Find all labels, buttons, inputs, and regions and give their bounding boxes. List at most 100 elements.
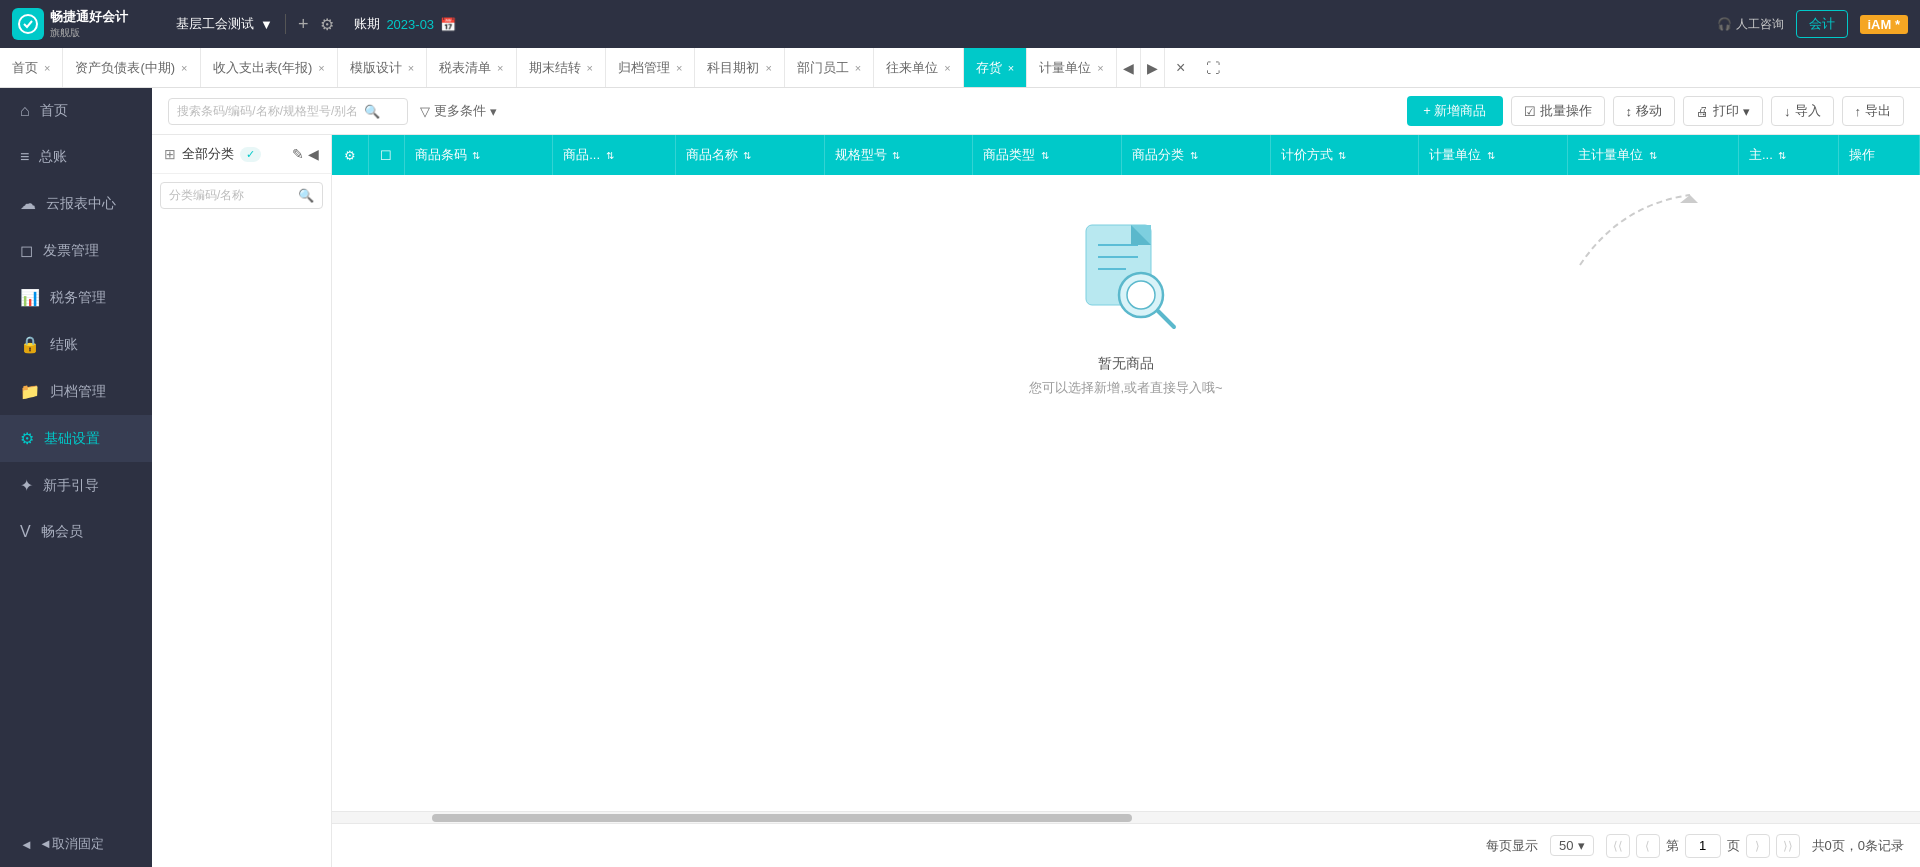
sidebar-home-label: 首页 (40, 102, 68, 120)
search-box-large[interactable]: 搜索条码/编码/名称/规格型号/别名 🔍 (168, 98, 408, 125)
tab-inventory-close[interactable]: × (1008, 62, 1014, 74)
sidebar-item-guide[interactable]: ✦ 新手引导 (0, 462, 152, 509)
import-icon: ↓ (1784, 104, 1791, 119)
tab-template[interactable]: 模版设计 × (338, 48, 427, 87)
tab-archive-label: 归档管理 (618, 59, 670, 77)
th-category[interactable]: 商品分类 ⇅ (1121, 135, 1270, 175)
th-name[interactable]: 商品名称 ⇅ (675, 135, 824, 175)
sidebar-item-ledger[interactable]: ≡ 总账 (0, 134, 152, 180)
tab-income-close[interactable]: × (318, 62, 324, 74)
th-code[interactable]: 商品... ⇅ (553, 135, 676, 175)
content-toolbar: 搜索条码/编码/名称/规格型号/别名 🔍 ▽ 更多条件 ▾ + 新增商品 ☑ 批… (152, 88, 1920, 135)
import-button[interactable]: ↓ 导入 (1771, 96, 1834, 126)
search-placeholder-large: 搜索条码/编码/名称/规格型号/别名 (177, 103, 358, 120)
sidebar-unpin[interactable]: ◄ ◄取消固定 (0, 821, 152, 867)
tab-home[interactable]: 首页 × (0, 48, 63, 87)
unpin-label: ◄取消固定 (39, 835, 104, 853)
tab-template-close[interactable]: × (408, 62, 414, 74)
archive-icon: 📁 (20, 382, 40, 401)
page-next-btn[interactable]: ⟩ (1746, 834, 1770, 858)
tab-balance-sheet-close[interactable]: × (181, 62, 187, 74)
tab-subject-label: 科目期初 (707, 59, 759, 77)
tab-subject[interactable]: 科目期初 × (695, 48, 784, 87)
tab-unit[interactable]: 计量单位 × (1027, 48, 1116, 87)
app-name: 畅捷通好会计 旗舰版 (50, 8, 128, 40)
sidebar: ⌂ 首页 ≡ 总账 ☁ 云报表中心 ◻ 发票管理 📊 税务管理 🔒 结账 📁 归… (0, 88, 152, 867)
th-price-method[interactable]: 计价方式 ⇅ (1270, 135, 1419, 175)
svg-line-8 (1158, 311, 1174, 327)
page-last-btn[interactable]: ⟩⟩ (1776, 834, 1800, 858)
sidebar-item-reports[interactable]: ☁ 云报表中心 (0, 180, 152, 227)
table-container: ⚙ ☐ 商品条码 ⇅ 商品... ⇅ 商品名称 ⇅ 规格型号 ⇅ 商品类型 ⇅ … (332, 135, 1920, 811)
page-input[interactable] (1685, 834, 1721, 858)
batch-button[interactable]: ☑ 批量操作 (1511, 96, 1605, 126)
sidebar-item-home[interactable]: ⌂ 首页 (0, 88, 152, 134)
move-button[interactable]: ↕ 移动 (1613, 96, 1676, 126)
th-main-unit[interactable]: 主计量单位 ⇅ (1567, 135, 1738, 175)
tab-department-close[interactable]: × (855, 62, 861, 74)
th-main-short[interactable]: 主... ⇅ (1738, 135, 1838, 175)
tab-home-close[interactable]: × (44, 62, 50, 74)
category-edit-icon[interactable]: ✎ (292, 146, 304, 162)
category-search-placeholder: 分类编码/名称 (169, 187, 244, 204)
scrollbar-thumb[interactable] (432, 814, 1132, 822)
sidebar-item-tax[interactable]: 📊 税务管理 (0, 274, 152, 321)
th-settings[interactable]: ⚙ (332, 135, 368, 175)
add-tab-btn[interactable]: + (298, 14, 309, 35)
doodle-arrow (1560, 185, 1720, 289)
tab-inventory[interactable]: 存货 × (964, 48, 1027, 87)
invoice-icon: ◻ (20, 241, 33, 260)
top-bar: 畅捷通好会计 旗舰版 基层工会测试 ▼ + ⚙ 账期 2023-03 📅 🎧 人… (0, 0, 1920, 48)
tab-archive-close[interactable]: × (676, 62, 682, 74)
sidebar-item-member[interactable]: V 畅会员 (0, 509, 152, 555)
tab-close-all[interactable]: × (1165, 48, 1197, 88)
th-checkbox[interactable]: ☐ (368, 135, 404, 175)
sidebar-item-settings[interactable]: ⚙ 基础设置 (0, 415, 152, 462)
sidebar-item-invoice[interactable]: ◻ 发票管理 (0, 227, 152, 274)
tab-unit-close[interactable]: × (1097, 62, 1103, 74)
tab-contacts[interactable]: 往来单位 × (874, 48, 963, 87)
tax-icon: 📊 (20, 288, 40, 307)
tab-nav-left[interactable]: ◀ (1117, 48, 1141, 88)
page-size-select[interactable]: 50 ▾ (1550, 835, 1593, 856)
dropdown-icon: ▼ (260, 17, 273, 32)
filter-button[interactable]: ▽ 更多条件 ▾ (420, 102, 497, 120)
th-type[interactable]: 商品类型 ⇅ (973, 135, 1122, 175)
home-icon: ⌂ (20, 102, 30, 120)
sidebar-item-archive[interactable]: 📁 归档管理 (0, 368, 152, 415)
tab-expand[interactable]: ⛶ (1197, 48, 1229, 88)
tab-balance-sheet[interactable]: 资产负债表(中期) × (63, 48, 200, 87)
settings-icon[interactable]: ⚙ (320, 15, 334, 34)
tab-income[interactable]: 收入支出表(年报) × (201, 48, 338, 87)
calendar-icon: 📅 (440, 17, 456, 32)
category-title-label: 全部分类 (182, 145, 234, 163)
tab-taxlist[interactable]: 税表清单 × (427, 48, 516, 87)
export-button[interactable]: ↑ 导出 (1842, 96, 1905, 126)
add-product-button[interactable]: + 新增商品 (1407, 96, 1502, 126)
service-button[interactable]: 🎧 人工咨询 (1717, 16, 1784, 33)
print-button[interactable]: 🖨 打印 ▾ (1683, 96, 1763, 126)
settings-sidebar-icon: ⚙ (20, 429, 34, 448)
tab-department[interactable]: 部门员工 × (785, 48, 874, 87)
toolbar-actions: + 新增商品 ☑ 批量操作 ↕ 移动 🖨 打印 ▾ ↓ 导入 (1407, 96, 1904, 126)
th-unit[interactable]: 计量单位 ⇅ (1419, 135, 1568, 175)
horizontal-scrollbar[interactable] (332, 811, 1920, 823)
category-search-box[interactable]: 分类编码/名称 🔍 (160, 182, 323, 209)
sidebar-item-close[interactable]: 🔒 结账 (0, 321, 152, 368)
tab-period-close[interactable]: 期末结转 × (517, 48, 606, 87)
account-button[interactable]: 会计 (1796, 10, 1848, 38)
tab-period-close-close[interactable]: × (587, 62, 593, 74)
tab-contacts-close[interactable]: × (944, 62, 950, 74)
tab-taxlist-close[interactable]: × (497, 62, 503, 74)
category-collapse-btn[interactable]: ◀ (308, 146, 319, 162)
print-chevron-icon: ▾ (1743, 104, 1750, 119)
page-prev-btn[interactable]: ⟨ (1636, 834, 1660, 858)
iam-badge[interactable]: iAM * (1860, 15, 1909, 34)
company-selector[interactable]: 基层工会测试 ▼ (176, 15, 273, 33)
th-spec[interactable]: 规格型号 ⇅ (824, 135, 973, 175)
tab-subject-close[interactable]: × (765, 62, 771, 74)
th-barcode[interactable]: 商品条码 ⇅ (404, 135, 553, 175)
tab-archive[interactable]: 归档管理 × (606, 48, 695, 87)
tab-nav-right[interactable]: ▶ (1141, 48, 1165, 88)
page-first-btn[interactable]: ⟨⟨ (1606, 834, 1630, 858)
